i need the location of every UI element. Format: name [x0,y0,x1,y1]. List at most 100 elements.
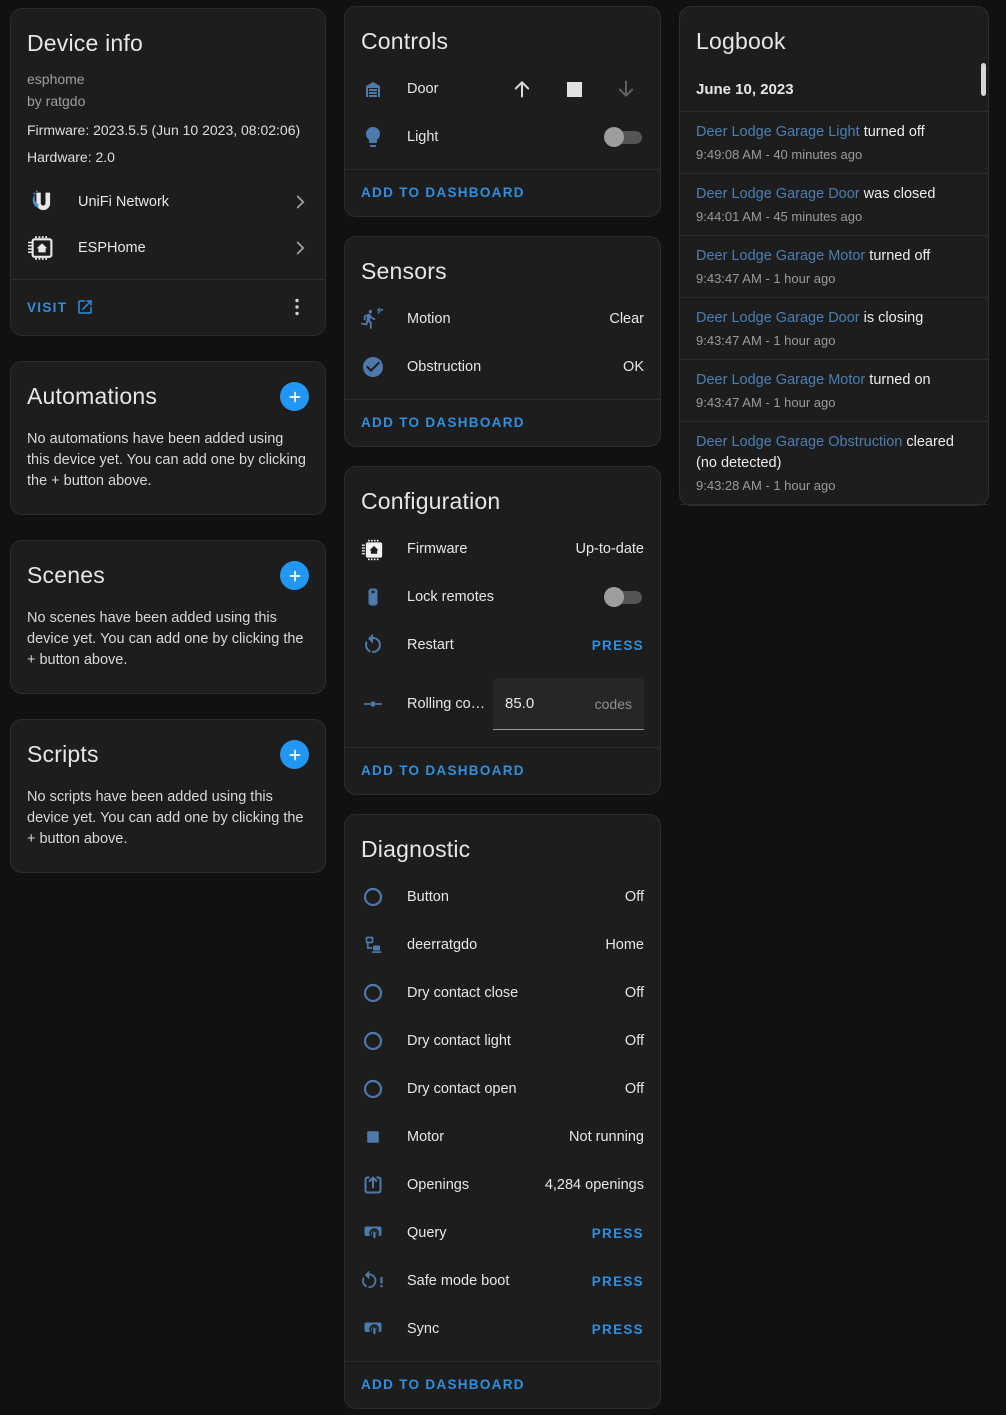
logbook-entity-link[interactable]: Deer Lodge Garage Door [696,310,860,326]
logbook-entity-link[interactable]: Deer Lodge Garage Door [696,186,860,202]
diag-label: Safe mode boot [407,1273,510,1289]
visit-button[interactable]: VISIT [27,298,94,316]
diag-label: Sync [407,1321,440,1337]
query-press-button[interactable]: PRESS [592,1226,644,1241]
diagnostic-title: Diagnostic [361,836,471,862]
control-row-door: Door [345,65,660,113]
logbook-entry: Deer Lodge Garage Obstruction cleared (n… [680,422,988,505]
add-to-dashboard-button[interactable]: ADD TO DASHBOARD [361,415,525,430]
integration-label: ESPHome [78,240,146,256]
logbook-timestamp: 9:44:01 AM - 45 minutes ago [696,209,863,224]
add-scene-button[interactable] [280,561,309,590]
automations-empty-text: No automations have been added using thi… [27,431,306,489]
open-in-new-icon [76,298,94,316]
logbook-title: Logbook [696,28,786,54]
diagnostic-card: Diagnostic Button Off deerratgdo Home Dr… [344,814,661,1409]
diag-row-dry-contact-light[interactable]: Dry contact light Off [345,1017,660,1065]
logbook-entity-link[interactable]: Deer Lodge Garage Motor [696,248,865,264]
ray-vertex-icon [361,692,385,716]
sync-press-button[interactable]: PRESS [592,1322,644,1337]
device-info-card: Device info esphome by ratgdo Firmware: … [10,8,326,336]
diag-row-dry-contact-close[interactable]: Dry contact close Off [345,969,660,1017]
logbook-entity-link[interactable]: Deer Lodge Garage Motor [696,372,865,388]
lightbulb-icon [361,125,385,149]
restart-press-button[interactable]: PRESS [592,638,644,653]
config-value: Up-to-date [575,541,644,557]
sensors-card: Sensors Motion Clear Obstruction OK ADD … [344,236,661,447]
cover-close-button[interactable] [608,71,644,107]
automations-title: Automations [27,383,158,409]
diag-label: Button [407,889,449,905]
add-to-dashboard-button[interactable]: ADD TO DASHBOARD [361,1377,525,1392]
diag-row-openings[interactable]: Openings 4,284 openings [345,1161,660,1209]
config-row-firmware[interactable]: Firmware Up-to-date [345,525,660,573]
diag-row-motor[interactable]: Motor Not running [345,1113,660,1161]
rolling-code-input[interactable] [505,695,569,712]
diag-value: 4,284 openings [544,1177,644,1193]
diag-value: Home [605,937,644,953]
cover-open-button[interactable] [504,71,540,107]
add-automation-button[interactable] [280,382,309,411]
chevron-right-icon [289,237,311,259]
light-toggle[interactable] [604,127,644,147]
config-label: Restart [407,637,454,653]
logbook-timestamp: 9:49:08 AM - 40 minutes ago [696,147,863,162]
logbook-timestamp: 9:43:47 AM - 1 hour ago [696,395,836,410]
diag-label: deerratgdo [407,937,478,953]
right-column: Logbook June 10, 2023 Deer Lodge Garage … [679,6,989,506]
config-label: Rolling co… [407,696,486,712]
garage-icon [361,77,385,101]
diag-row-dry-contact-open[interactable]: Dry contact open Off [345,1065,660,1113]
configuration-title: Configuration [361,488,501,514]
safe-mode-boot-press-button[interactable]: PRESS [592,1274,644,1289]
diag-row-deerratgdo[interactable]: deerratgdo Home [345,921,660,969]
sensor-row-obstruction[interactable]: Obstruction OK [345,343,660,391]
logbook-card: Logbook June 10, 2023 Deer Lodge Garage … [679,6,989,506]
circle-outline-icon [361,981,385,1005]
lock-remotes-toggle[interactable] [604,587,644,607]
circle-outline-icon [361,1077,385,1101]
restart-alert-icon [361,1269,385,1293]
sensor-label: Motion [407,311,451,327]
device-info-footer: VISIT [11,279,325,335]
diag-label: Dry contact close [407,985,519,1001]
logbook-entry: Deer Lodge Garage Door was closed 9:44:0… [680,174,988,236]
device-name: esphome [27,71,85,87]
logbook-timestamp: 9:43:28 AM - 1 hour ago [696,478,836,493]
logbook-entity-link[interactable]: Deer Lodge Garage Obstruction [696,434,902,450]
scenes-empty-text: No scenes have been added using this dev… [27,610,304,668]
add-script-button[interactable] [280,740,309,769]
config-row-lock-remotes: Lock remotes [345,573,660,621]
more-menu-button[interactable] [285,295,309,319]
cover-stop-button[interactable] [556,71,592,107]
logbook-entry: Deer Lodge Garage Motor turned on 9:43:4… [680,360,988,422]
logbook-scrollbar[interactable] [981,63,986,96]
diag-row-sync: Sync PRESS [345,1305,660,1353]
remote-icon [361,585,385,609]
diag-label: Openings [407,1177,470,1193]
integration-row-unifi[interactable]: UniFi Network [11,179,325,225]
integration-row-esphome[interactable]: ESPHome [11,225,325,271]
diag-row-button[interactable]: Button Off [345,873,660,921]
sensor-value: OK [623,359,644,375]
config-row-rolling-code: Rolling co… codes [345,669,660,739]
rolling-code-input-box: codes [493,678,644,730]
config-label: Lock remotes [407,589,495,605]
automations-card: Automations No automations have been add… [10,361,326,515]
sensors-title: Sensors [361,258,447,284]
circle-outline-icon [361,885,385,909]
logbook-entity-link[interactable]: Deer Lodge Garage Light [696,124,860,140]
add-to-dashboard-button[interactable]: ADD TO DASHBOARD [361,185,525,200]
circle-outline-icon [361,1029,385,1053]
stop-square-icon [566,81,582,97]
controls-card: Controls Door Light ADD TO DASHBOARD [344,6,661,217]
logbook-message: turned off [863,124,925,140]
add-to-dashboard-button[interactable]: ADD TO DASHBOARD [361,763,525,778]
sensor-row-motion[interactable]: Motion Clear [345,295,660,343]
diag-label: Dry contact light [407,1033,511,1049]
logbook-entry: Deer Lodge Garage Motor turned off 9:43:… [680,236,988,298]
esphome-logo-icon [27,233,57,263]
hardware-line: Hardware: 2.0 [27,149,115,165]
middle-column: Controls Door Light ADD TO DASHBOARD Sen… [344,6,661,1409]
diag-row-safe-mode-boot: Safe mode boot PRESS [345,1257,660,1305]
